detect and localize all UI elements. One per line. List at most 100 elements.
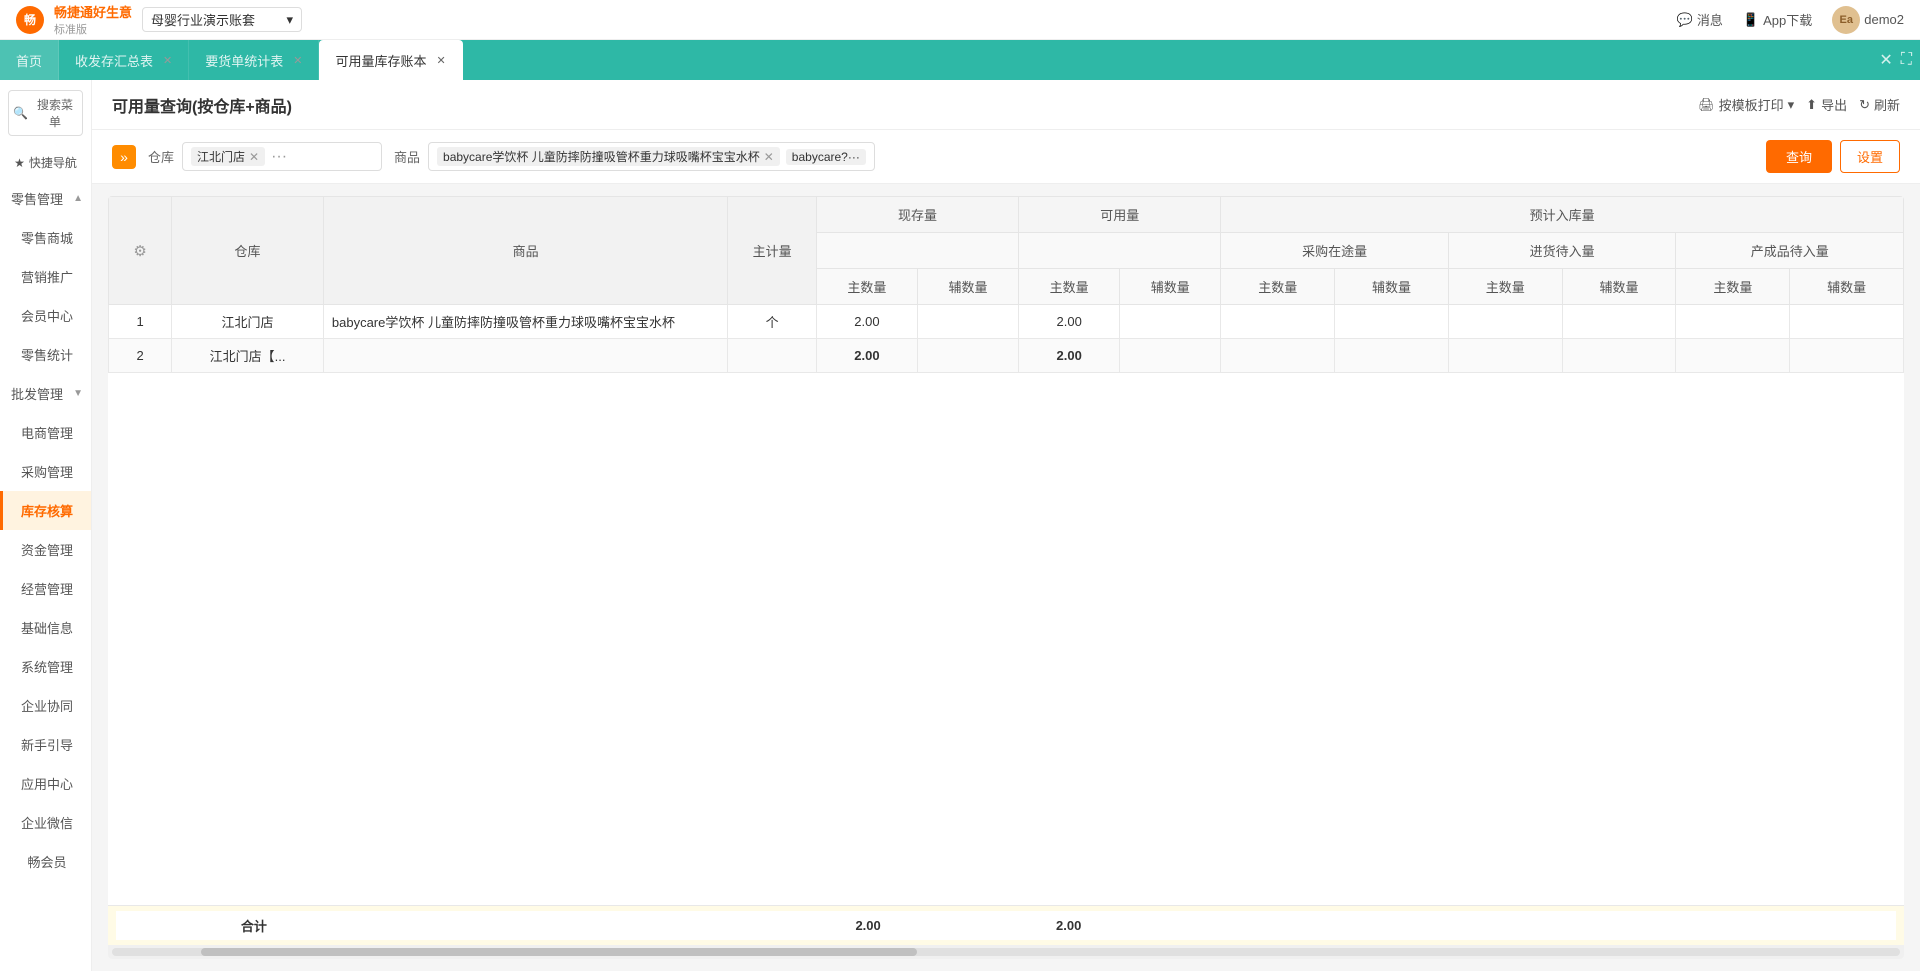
row1-arrival-sub [1562,305,1676,339]
main-layout: 🔍 搜索菜单 ★ 快捷导航 零售管理 ▲ 零售商城 营销推广 会员中心 零售统计… [0,80,1920,971]
nav-tabs: 首页 收发存汇总表 ✕ 要货单统计表 ✕ 可用量库存账本 ✕ ✕ ⛶ [0,40,1920,80]
row1-available-sub [1120,305,1221,339]
sidebar-item-ecommerce[interactable]: 电商管理 [0,413,91,452]
home-tab-label: 首页 [16,51,42,70]
sidebar-item-enterprise[interactable]: 企业协同 [0,686,91,725]
sidebar-item-retail-mgmt[interactable]: 零售管理 ▲ [0,179,91,218]
close-tab-available[interactable]: ✕ [437,54,446,67]
sidebar-item-member-center[interactable]: 会员中心 [0,296,91,335]
total-product-empty [329,911,730,940]
row2-arrival-main [1448,339,1562,373]
sidebar-item-member-vip[interactable]: 畅会员 [0,842,91,881]
filter-bar: » 仓库 江北门店 ✕ ··· 商品 babycare学饮杯 儿童防摔防撞吸管杯… [92,130,1920,184]
sidebar-item-purchase[interactable]: 采购管理 [0,452,91,491]
top-bar-right: 💬 消息 📱 App下载 Ea demo2 [1677,6,1904,34]
bookmark-icon: ★ [14,156,25,170]
warehouse-input[interactable]: 江北门店 ✕ ··· [182,142,382,171]
sidebar-item-retail-stats[interactable]: 零售统计 [0,335,91,374]
setting-btn[interactable]: 设置 [1840,140,1900,173]
username: demo2 [1864,12,1904,27]
row2-warehouse: 江北门店【... [172,339,324,373]
th-planned: 预计入库量 [1221,197,1904,233]
message-icon: 💬 [1677,12,1693,28]
total-empty-gear [116,911,179,940]
sidebar-item-wholesale[interactable]: 批发管理 ▼ [0,374,91,413]
total-table: 合计 2.00 2.00 [116,911,1896,940]
tab-order-stats[interactable]: 要货单统计表 ✕ [189,40,319,80]
scrollbar-thumb[interactable] [201,948,916,956]
row2-purchase-sub [1335,339,1449,373]
row2-arrival-sub [1562,339,1676,373]
th-arrival-main-qty: 主数量 [1448,269,1562,305]
sidebar-item-system[interactable]: 系统管理 [0,647,91,686]
industry-name: 母婴行业演示账套 [151,10,255,29]
export-btn[interactable]: ⬆ 导出 [1806,95,1847,114]
footer-total: 合计 2.00 2.00 [108,905,1904,945]
app-download-btn[interactable]: 📱 App下载 [1743,10,1812,29]
th-arrival-sub-qty: 辅数量 [1562,269,1676,305]
sidebar-item-inventory[interactable]: 库存核算 [0,491,91,530]
sidebar-item-enterprise-wechat[interactable]: 企业微信 [0,803,91,842]
page-header-actions: 🖨 按模板打印 ▾ ⬆ 导出 ↻ 刷新 [1698,95,1900,114]
page-header: 可用量查询(按仓库+商品) 🖨 按模板打印 ▾ ⬆ 导出 ↻ 刷新 [92,80,1920,130]
th-available-span [1019,233,1221,269]
table-area: ⚙ 仓库 商品 主计量 现存量 可用量 预计入库量 [92,184,1920,971]
row1-production-main [1676,305,1790,339]
print-btn[interactable]: 🖨 按模板打印 ▾ [1698,95,1794,114]
message-btn[interactable]: 💬 消息 [1677,10,1723,29]
product-label: 商品 [394,147,420,166]
row1-purchase-sub [1335,305,1449,339]
row2-unit [728,339,816,373]
horizontal-scrollbar[interactable] [108,945,1904,959]
th-current-stock: 现存量 [816,197,1018,233]
tab-available-stock[interactable]: 可用量库存账本 ✕ [319,40,462,80]
brand-name: 畅捷通好生意 [54,2,132,21]
search-menu-btn[interactable]: 🔍 搜索菜单 [8,90,83,136]
row1-production-sub [1790,305,1904,339]
row2-current-main: 2.00 [816,339,917,373]
remove-product-tag-1[interactable]: ✕ [764,150,774,164]
gear-icon[interactable]: ⚙ [133,243,146,260]
total-current-main: 2.00 [818,911,918,940]
expand-icon[interactable]: ⛶ [1901,51,1912,69]
sidebar-item-new-guide[interactable]: 新手引导 [0,725,91,764]
row2-production-main [1676,339,1790,373]
total-production-sub [1783,911,1896,940]
product-input[interactable]: babycare学饮杯 儿童防摔防撞吸管杯重力球吸嘴杯宝宝水杯 ✕ babyca… [428,142,875,171]
filter-expand-btn[interactable]: » [112,145,136,169]
th-purchase-in-transit: 采购在途量 [1221,233,1449,269]
table-wrapper: ⚙ 仓库 商品 主计量 现存量 可用量 预计入库量 [108,196,1904,959]
quick-nav-btn[interactable]: ★ 快捷导航 [0,146,91,179]
table-row: 2 江北门店【... 2.00 2.00 [109,339,1904,373]
sidebar-item-retail-mall[interactable]: 零售商城 [0,218,91,257]
th-available: 可用量 [1019,197,1221,233]
close-tab-order[interactable]: ✕ [293,54,302,67]
row1-available-main: 2.00 [1019,305,1120,339]
dropdown-icon: ▾ [286,12,293,28]
top-bar: 畅 畅捷通好生意 标准版 母婴行业演示账套 ▾ 💬 消息 📱 App下载 Ea … [0,0,1920,40]
sidebar-item-marketing[interactable]: 营销推广 [0,257,91,296]
sidebar-item-finance[interactable]: 资金管理 [0,530,91,569]
refresh-btn[interactable]: ↻ 刷新 [1859,95,1900,114]
tab-receipt-summary[interactable]: 收发存汇总表 ✕ [59,40,189,80]
total-purchase-main [1219,911,1332,940]
close-all-icon[interactable]: ✕ [1879,50,1892,70]
remove-warehouse-tag-1[interactable]: ✕ [249,150,259,164]
refresh-icon: ↻ [1859,97,1870,113]
chevron-up-icon: ▲ [73,193,83,204]
sidebar-item-basic-info[interactable]: 基础信息 [0,608,91,647]
total-production-main [1670,911,1783,940]
sidebar-item-app-center[interactable]: 应用中心 [0,764,91,803]
th-current-main-qty: 主数量 [816,269,917,305]
row2-available-main: 2.00 [1019,339,1120,373]
tab-home[interactable]: 首页 [0,40,59,80]
th-available-main-qty: 主数量 [1019,269,1120,305]
close-tab-receipt[interactable]: ✕ [163,54,172,67]
total-available-main: 2.00 [1019,911,1119,940]
query-btn[interactable]: 查询 [1766,140,1832,173]
industry-selector[interactable]: 母婴行业演示账套 ▾ [142,7,302,32]
user-menu[interactable]: Ea demo2 [1832,6,1904,34]
sidebar-item-operations[interactable]: 经营管理 [0,569,91,608]
sidebar-search-area: 🔍 搜索菜单 [0,80,91,146]
top-bar-left: 畅 畅捷通好生意 标准版 母婴行业演示账套 ▾ [16,2,302,37]
